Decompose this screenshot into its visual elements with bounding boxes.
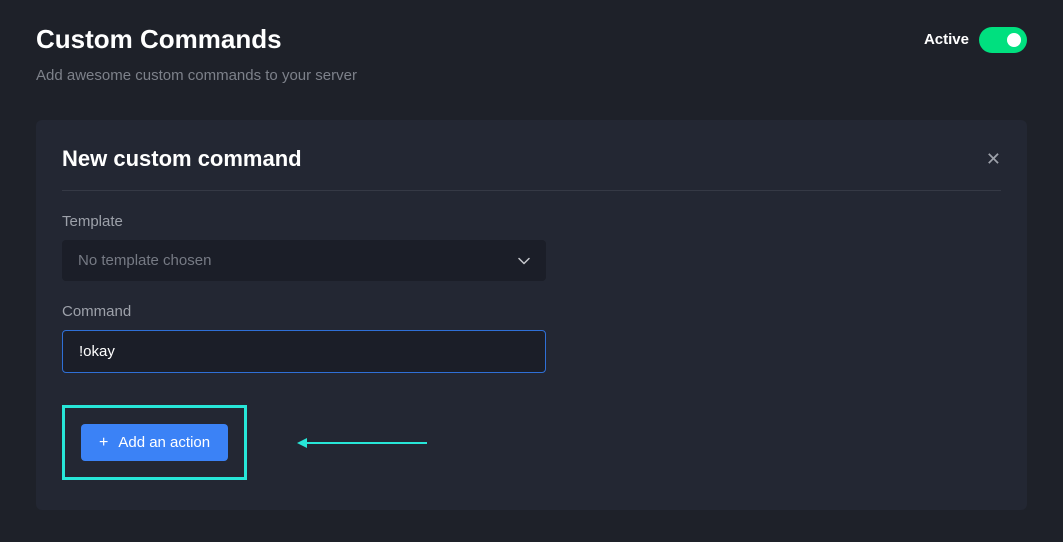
command-input[interactable] [62, 330, 546, 373]
chevron-down-icon [518, 254, 530, 268]
command-label: Command [62, 303, 1001, 320]
add-action-label: Add an action [118, 434, 210, 451]
new-command-panel: New custom command ✕ Template No templat… [36, 120, 1027, 510]
active-toggle-container: Active [924, 27, 1027, 53]
highlight-annotation: + Add an action [62, 405, 247, 480]
active-toggle-label: Active [924, 31, 969, 48]
arrow-annotation [297, 438, 427, 448]
template-select[interactable]: No template chosen [62, 240, 546, 281]
page-title: Custom Commands [36, 24, 282, 55]
template-label: Template [62, 213, 1001, 230]
page-subtitle: Add awesome custom commands to your serv… [36, 67, 1027, 84]
template-placeholder: No template chosen [78, 252, 211, 269]
panel-title: New custom command [62, 146, 302, 172]
close-icon[interactable]: ✕ [986, 150, 1001, 168]
active-toggle[interactable] [979, 27, 1027, 53]
add-action-button[interactable]: + Add an action [81, 424, 228, 461]
toggle-knob [1004, 30, 1024, 50]
plus-icon: + [99, 435, 108, 451]
